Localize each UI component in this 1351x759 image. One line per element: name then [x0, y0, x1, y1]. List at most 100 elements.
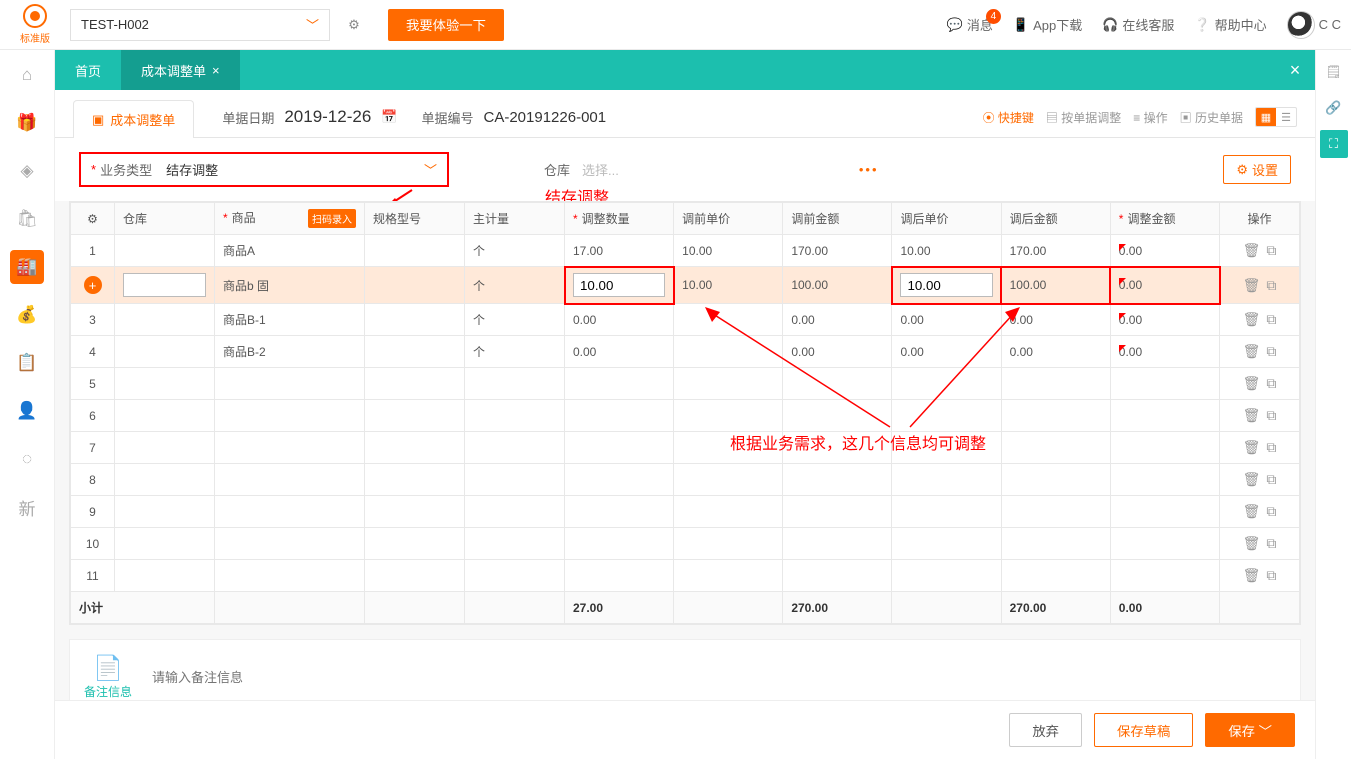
service-link[interactable]: 🎧在线客服	[1102, 15, 1174, 34]
copy-icon[interactable]: ⧉	[1266, 277, 1276, 293]
calendar-icon[interactable]: 📅	[381, 109, 397, 125]
more-icon[interactable]: •••	[859, 162, 879, 177]
delete-icon[interactable]: 🗑	[1243, 567, 1261, 583]
nav-contact-icon[interactable]: 👤	[10, 394, 44, 428]
chevron-down-icon: ﹀	[306, 15, 319, 34]
view-list-icon[interactable]: ☰	[1276, 108, 1296, 126]
warehouse-input[interactable]	[123, 273, 206, 297]
copy-icon[interactable]: ⧉	[1266, 375, 1276, 391]
nav-new-icon[interactable]: 新	[10, 490, 44, 524]
tab-home[interactable]: 首页	[55, 50, 121, 90]
delete-icon[interactable]: 🗑	[1243, 242, 1261, 258]
th-spec: 规格型号	[365, 203, 465, 235]
settings-button[interactable]: ⚙设置	[1223, 155, 1291, 184]
operate-link[interactable]: ≡ 操作	[1133, 109, 1167, 126]
avatar	[1287, 11, 1315, 39]
try-button[interactable]: 我要体验一下	[388, 9, 504, 41]
discard-button[interactable]: 放弃	[1009, 713, 1082, 747]
user-menu[interactable]: C C	[1287, 11, 1341, 39]
add-row-icon[interactable]: +	[84, 276, 102, 294]
nav-diamond-icon[interactable]: ◈	[10, 154, 44, 188]
rail-note-icon[interactable]: 🗒	[1320, 58, 1348, 86]
delete-icon[interactable]: 🗑	[1243, 439, 1261, 455]
delete-icon[interactable]: 🗑	[1243, 471, 1261, 487]
th-ops: 操作	[1220, 203, 1300, 235]
delete-icon[interactable]: 🗑	[1243, 407, 1261, 423]
view-grid-icon[interactable]: ▦	[1256, 108, 1276, 126]
copy-icon[interactable]: ⧉	[1266, 242, 1276, 258]
app-download-link[interactable]: 📱App下载	[1013, 15, 1082, 34]
save-button[interactable]: 保存 ﹀	[1205, 713, 1295, 747]
nav-clipboard-icon[interactable]: 📋	[10, 346, 44, 380]
docno-label: 单据编号	[421, 108, 473, 127]
company-select[interactable]: TEST-H002 ﹀	[70, 9, 330, 41]
rail-expand-icon[interactable]: ⛶	[1320, 130, 1348, 158]
table-row[interactable]: 8🗑⧉	[71, 464, 1300, 496]
topbar-right: 💬 消息 4 📱App下载 🎧在线客服 ❔帮助中心 C C	[947, 11, 1341, 39]
business-type-select[interactable]: * 业务类型 结存调整 ﹀	[79, 152, 449, 187]
nav-gift-icon[interactable]: 🎁	[10, 106, 44, 140]
nav-sync-icon[interactable]: ◌	[10, 442, 44, 476]
table-row[interactable]: 1商品A个17.0010.00170.0010.00170.000.00🗑⧉	[71, 235, 1300, 267]
settings-icon[interactable]: ⚙	[338, 9, 370, 41]
help-icon: ❔	[1194, 17, 1210, 33]
docno-value: CA-20191226-001	[484, 109, 607, 126]
copy-icon[interactable]: ⧉	[1266, 535, 1276, 551]
nav-warehouse-icon[interactable]: 🏭	[10, 250, 44, 284]
table-row[interactable]: 5🗑⧉	[71, 368, 1300, 400]
th-gear[interactable]: ⚙	[71, 203, 115, 235]
scan-input-tag[interactable]: 扫码录入	[308, 209, 356, 228]
help-link[interactable]: ❔帮助中心	[1194, 15, 1266, 34]
doc-type-tab[interactable]: ▣ 成本调整单	[73, 100, 194, 138]
rail-link-icon[interactable]: 🔗	[1320, 94, 1348, 122]
table-row[interactable]: 10🗑⧉	[71, 528, 1300, 560]
table-row[interactable]: 7🗑⧉	[71, 432, 1300, 464]
delete-icon[interactable]: 🗑	[1243, 277, 1261, 293]
table-row[interactable]: +商品b 固个10.00100.00100.000.00🗑⧉	[71, 267, 1300, 304]
date-value[interactable]: 2019-12-26	[284, 107, 371, 127]
copy-icon[interactable]: ⧉	[1266, 439, 1276, 455]
doc-header: ▣ 成本调整单 单据日期 2019-12-26 📅 单据编号 CA-201912…	[55, 90, 1315, 138]
save-draft-button[interactable]: 保存草稿	[1094, 713, 1193, 747]
left-nav: ⌂ 🎁 ◈ 🛍 🏭 💰 📋 👤 ◌ 新	[0, 50, 55, 759]
copy-icon[interactable]: ⧉	[1266, 343, 1276, 359]
messages-link[interactable]: 💬 消息 4	[947, 15, 993, 34]
table-row[interactable]: 6🗑⧉	[71, 400, 1300, 432]
copy-icon[interactable]: ⧉	[1266, 503, 1276, 519]
post-price-input[interactable]	[900, 273, 992, 297]
subtotal-row: 小计 27.00 270.00 270.00 0.00	[71, 592, 1300, 624]
right-rail: 🗒 🔗 ⛶	[1315, 50, 1351, 759]
copy-icon[interactable]: ⧉	[1266, 471, 1276, 487]
th-pre-price: 调前单价	[674, 203, 783, 235]
remark-input[interactable]	[152, 670, 1286, 685]
tab-cost-adjust[interactable]: 成本调整单×	[121, 50, 240, 90]
delete-icon[interactable]: 🗑	[1243, 503, 1261, 519]
logo: 标准版	[10, 4, 60, 45]
close-icon[interactable]: ×	[212, 63, 220, 78]
th-warehouse: 仓库	[115, 203, 215, 235]
nav-bag-icon[interactable]: 🛍	[10, 202, 44, 236]
copy-icon[interactable]: ⧉	[1266, 311, 1276, 327]
table-row[interactable]: 11🗑⧉	[71, 560, 1300, 592]
delete-icon[interactable]: 🗑	[1243, 535, 1261, 551]
copy-icon[interactable]: ⧉	[1266, 407, 1276, 423]
qty-input[interactable]	[573, 273, 665, 297]
warehouse-select[interactable]: 仓库 选择...	[544, 160, 619, 179]
table-row[interactable]: 3商品B-1个0.000.000.000.000.00🗑⧉	[71, 304, 1300, 336]
by-doc-link[interactable]: ▤ 按单据调整	[1046, 109, 1121, 126]
copy-icon[interactable]: ⧉	[1266, 567, 1276, 583]
history-link[interactable]: ▣ 历史单据	[1180, 109, 1243, 126]
footer-actions: 放弃 保存草稿 保存 ﹀	[55, 700, 1315, 759]
tabs-close-all[interactable]: ×	[1275, 50, 1315, 90]
table-row[interactable]: 9🗑⧉	[71, 496, 1300, 528]
nav-home-icon[interactable]: ⌂	[10, 58, 44, 92]
nav-money-icon[interactable]: 💰	[10, 298, 44, 332]
delete-icon[interactable]: 🗑	[1243, 375, 1261, 391]
topbar: 标准版 TEST-H002 ﹀ ⚙ 我要体验一下 💬 消息 4 📱App下载 🎧…	[0, 0, 1351, 50]
hotkey-link[interactable]: ⦿ 快捷键	[983, 109, 1034, 126]
view-toggle[interactable]: ▦ ☰	[1255, 107, 1297, 127]
data-table: ⚙ 仓库 *商品扫码录入 规格型号 主计量 *调整数量 调前单价 调前金额 调后…	[69, 201, 1301, 625]
table-row[interactable]: 4商品B-2个0.000.000.000.000.00🗑⧉	[71, 336, 1300, 368]
delete-icon[interactable]: 🗑	[1243, 343, 1261, 359]
delete-icon[interactable]: 🗑	[1243, 311, 1261, 327]
